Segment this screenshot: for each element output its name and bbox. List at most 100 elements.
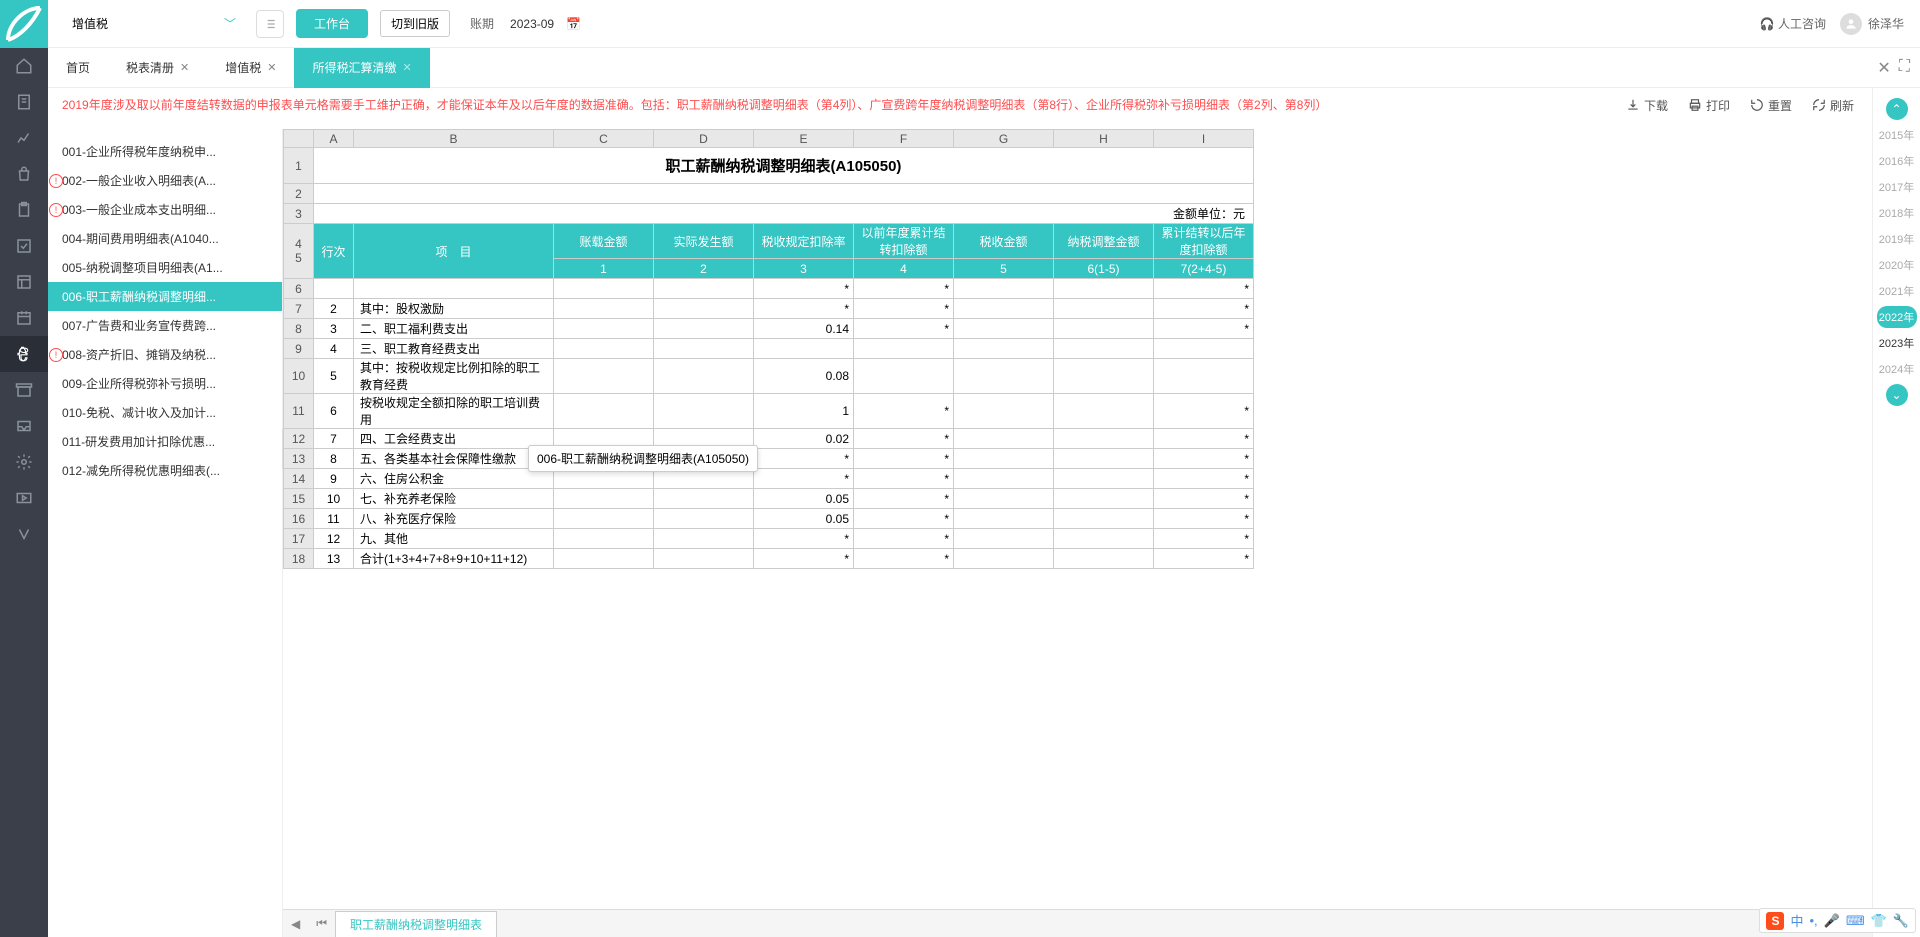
tab-expand-icon[interactable]: ⛶: [1899, 58, 1910, 78]
rail-archive-icon[interactable]: [0, 372, 48, 408]
app-logo: [0, 0, 48, 48]
year-2021年[interactable]: 2021年: [1877, 280, 1917, 302]
left-rail: [0, 0, 48, 937]
year-2018年[interactable]: 2018年: [1877, 202, 1917, 224]
table-header: 税收金额: [954, 224, 1054, 259]
col-header: E: [754, 130, 854, 148]
year-2020年[interactable]: 2020年: [1877, 254, 1917, 276]
year-2019年[interactable]: 2019年: [1877, 228, 1917, 250]
rail-check-icon[interactable]: [0, 228, 48, 264]
tab-close-icon[interactable]: ✕: [180, 61, 189, 74]
user-menu[interactable]: 徐泽华: [1840, 13, 1904, 35]
period-value[interactable]: 2023-09: [510, 17, 554, 31]
topbar: 增值税 ﹀ 工作台 切到旧版 账期 2023-09 📅 🎧 人工咨询 徐泽华: [48, 0, 1920, 48]
rail-v-icon[interactable]: [0, 516, 48, 552]
avatar-icon: [1840, 13, 1862, 35]
tab-税表清册[interactable]: 税表清册✕: [108, 48, 207, 88]
nav-item[interactable]: 011-研发费用加计扣除优惠...: [48, 427, 282, 456]
ime-logo-icon[interactable]: S: [1766, 912, 1784, 930]
ime-bar: S 中 •, 🎤 ⌨ 👕 🔧: [1759, 908, 1916, 933]
table-header: 项 目: [354, 224, 554, 279]
sheet-tabs: ◀ ⏮ 职工薪酬纳税调整明细表: [283, 909, 1872, 937]
rail-chart-icon[interactable]: [0, 120, 48, 156]
nav-item[interactable]: 002-一般企业收入明细表(A...: [48, 166, 282, 195]
spreadsheet[interactable]: ABCDEFGHI1职工薪酬纳税调整明细表(A105050)23金额单位：元45…: [283, 129, 1872, 909]
year-2016年[interactable]: 2016年: [1877, 150, 1917, 172]
nav-tooltip: 006-职工薪酬纳税调整明细表(A105050): [528, 445, 758, 472]
tax-type-select[interactable]: 增值税 ﹀: [64, 11, 244, 36]
ime-keyboard-icon[interactable]: ⌨: [1846, 913, 1865, 929]
sheet-first-icon[interactable]: ⏮: [308, 916, 335, 931]
table-subheader: 1: [554, 259, 654, 279]
tab-close-icon[interactable]: ✕: [403, 61, 412, 74]
year-2017年[interactable]: 2017年: [1877, 176, 1917, 198]
list-icon-button[interactable]: [256, 10, 284, 38]
table-subheader: 7(2+4-5): [1154, 259, 1254, 279]
ime-skin-icon[interactable]: 👕: [1871, 913, 1887, 929]
nav-item[interactable]: 012-减免所得税优惠明细表(...: [48, 456, 282, 485]
tab-所得税汇算清缴[interactable]: 所得税汇算清缴✕: [294, 48, 429, 88]
rail-home-icon[interactable]: [0, 48, 48, 84]
table-header: 账载金额: [554, 224, 654, 259]
rail-video-icon[interactable]: [0, 480, 48, 516]
reset-button[interactable]: 重置: [1750, 97, 1792, 114]
tax-type-label: 增值税: [72, 15, 108, 32]
rail-template-icon[interactable]: [0, 264, 48, 300]
table-row: 116按税收规定全额扣除的职工培训费用1**: [284, 394, 1254, 429]
rail-calendar-icon[interactable]: [0, 300, 48, 336]
year-2015年[interactable]: 2015年: [1877, 124, 1917, 146]
rail-settings-icon[interactable]: [0, 444, 48, 480]
download-button[interactable]: 下载: [1626, 97, 1668, 114]
old-version-button[interactable]: 切到旧版: [380, 10, 450, 37]
rail-doc-icon[interactable]: [0, 84, 48, 120]
table-row: 94三、职工教育经费支出: [284, 339, 1254, 359]
tab-close-all-icon[interactable]: ✕: [1877, 58, 1890, 78]
table-subheader: 5: [954, 259, 1054, 279]
ime-mic-icon[interactable]: 🎤: [1824, 913, 1840, 929]
calendar-icon[interactable]: 📅: [566, 17, 581, 31]
year-2024年[interactable]: 2024年: [1877, 358, 1917, 380]
table-header: 实际发生额: [654, 224, 754, 259]
year-down-icon[interactable]: ⌄: [1886, 384, 1908, 406]
table-header: 纳税调整金额: [1054, 224, 1154, 259]
ime-tool-icon[interactable]: 🔧: [1893, 913, 1909, 929]
nav-item[interactable]: 006-职工薪酬纳税调整明细...: [48, 282, 282, 311]
tab-增值税[interactable]: 增值税✕: [207, 48, 294, 88]
sheet-prev-icon[interactable]: ◀: [283, 917, 308, 931]
nav-item[interactable]: 007-广告费和业务宣传费跨...: [48, 311, 282, 340]
refresh-button[interactable]: 刷新: [1812, 97, 1854, 114]
tab-首页[interactable]: 首页: [48, 48, 108, 88]
nav-item[interactable]: 004-期间费用明细表(A1040...: [48, 224, 282, 253]
sheet-title: 职工薪酬纳税调整明细表(A105050): [314, 148, 1254, 184]
rail-bag-icon[interactable]: [0, 156, 48, 192]
workbench-button[interactable]: 工作台: [296, 9, 368, 38]
rail-clipboard-icon[interactable]: [0, 192, 48, 228]
table-header: 行次: [314, 224, 354, 279]
ime-lang[interactable]: 中: [1790, 911, 1803, 930]
consult-link[interactable]: 🎧 人工咨询: [1760, 15, 1826, 32]
tab-close-icon[interactable]: ✕: [267, 61, 276, 74]
year-up-icon[interactable]: ⌃: [1886, 98, 1908, 120]
unit-label: 金额单位：元: [314, 204, 1254, 224]
rail-inbox-icon[interactable]: [0, 408, 48, 444]
sheet-tab-active[interactable]: 职工薪酬纳税调整明细表: [335, 911, 497, 937]
nav-item[interactable]: 010-免税、减计收入及加计...: [48, 398, 282, 427]
table-row: 1611八、补充医疗保险0.05**: [284, 509, 1254, 529]
tab-strip: 首页税表清册✕增值税✕所得税汇算清缴✕ ✕ ⛶: [48, 48, 1920, 88]
nav-item[interactable]: 008-资产折旧、摊销及纳税...: [48, 340, 282, 369]
username: 徐泽华: [1868, 15, 1904, 32]
nav-item[interactable]: 003-一般企业成本支出明细...: [48, 195, 282, 224]
rail-tax-icon[interactable]: [0, 336, 48, 372]
table-row: 1813合计(1+3+4+7+8+9+10+11+12)***: [284, 549, 1254, 569]
year-2022年[interactable]: 2022年: [1877, 306, 1917, 328]
nav-item[interactable]: 005-纳税调整项目明细表(A1...: [48, 253, 282, 282]
nav-item[interactable]: 001-企业所得税年度纳税申...: [48, 137, 282, 166]
year-2023年[interactable]: 2023年: [1877, 332, 1917, 354]
year-rail: ⌃ 2015年 2016年 2017年 2018年 2019年 2020年 2021年 202…: [1872, 88, 1920, 937]
table-row: 72其中：股权激励***: [284, 299, 1254, 319]
sheet-toolbar: 下载 打印 重置 刷新: [1608, 88, 1872, 122]
print-button[interactable]: 打印: [1688, 97, 1730, 114]
ime-punct-icon[interactable]: •,: [1810, 913, 1818, 928]
nav-item[interactable]: 009-企业所得税弥补亏损明...: [48, 369, 282, 398]
period-label: 账期: [470, 15, 494, 32]
